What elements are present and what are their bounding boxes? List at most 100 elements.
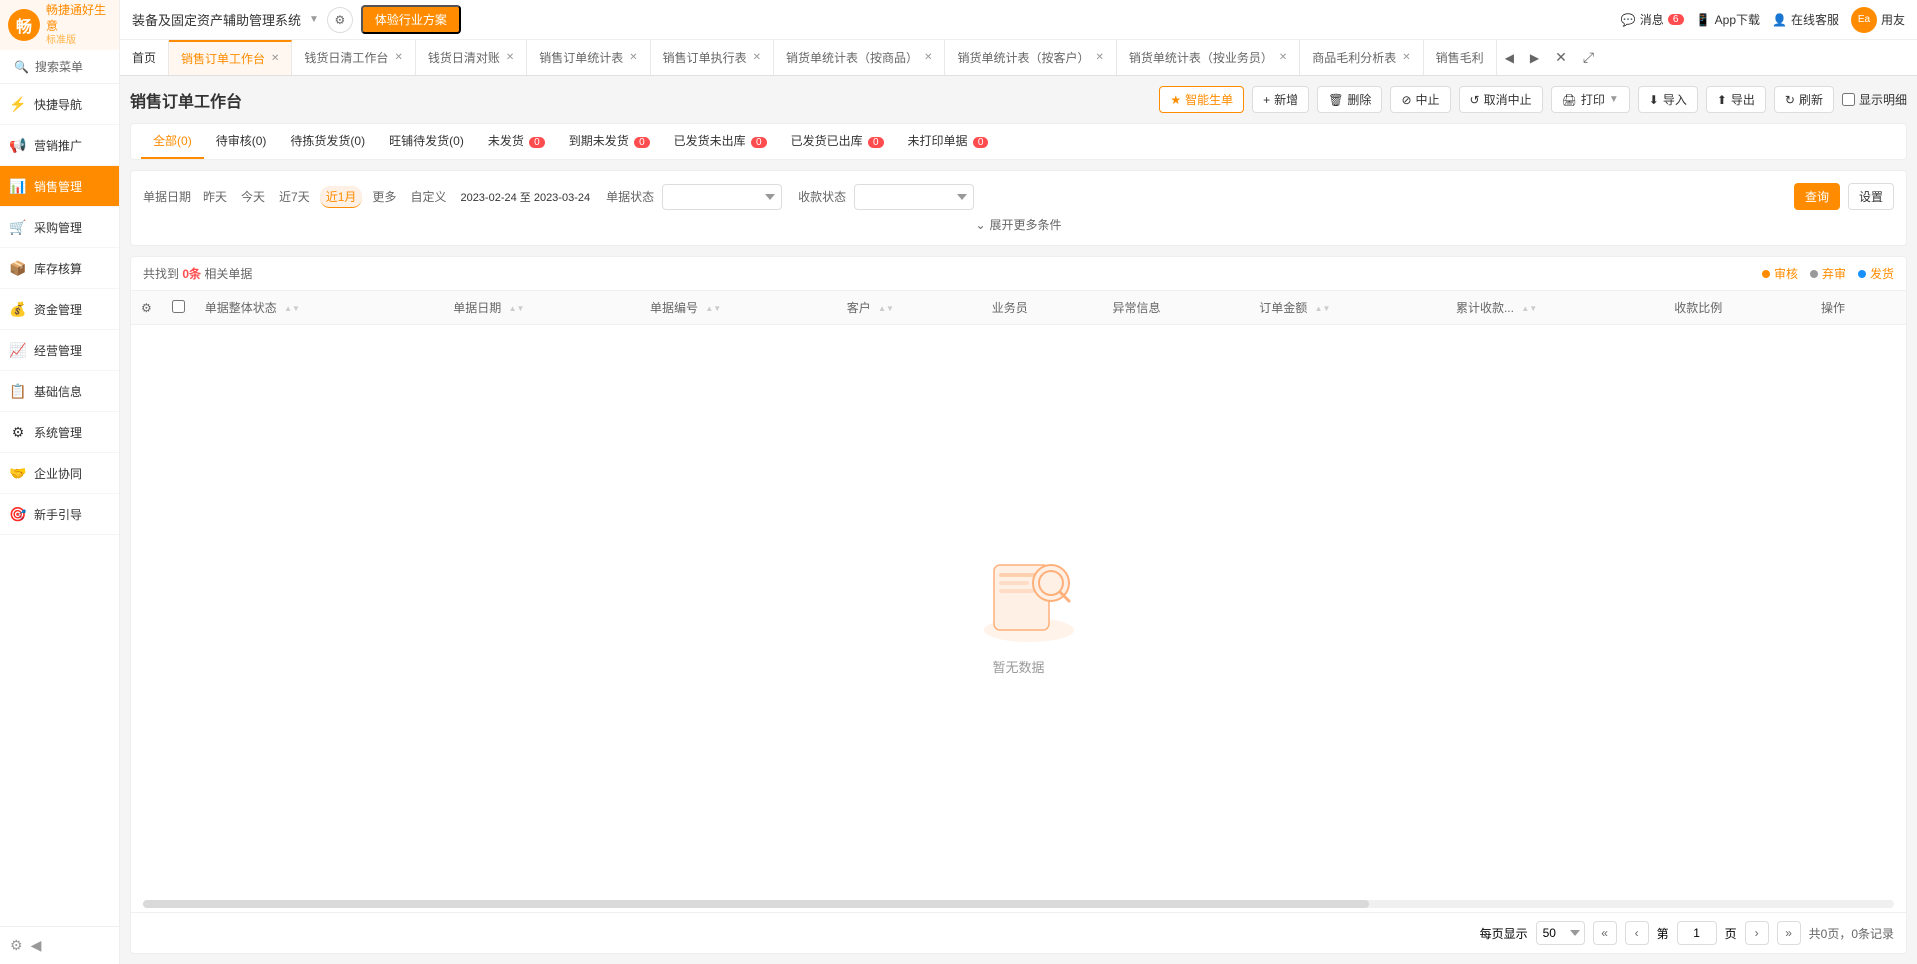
sidebar-item-purchase[interactable]: 🛒 采购管理 bbox=[0, 207, 119, 248]
page-title: 销售订单工作台 bbox=[130, 88, 242, 112]
tab-close-icon[interactable]: ✕ bbox=[1095, 52, 1103, 63]
tab-sales-exec[interactable]: 销售订单执行表 ✕ bbox=[651, 40, 774, 75]
tab-close-icon[interactable]: ✕ bbox=[629, 52, 637, 63]
sales-icon: 📊 bbox=[8, 176, 28, 196]
sort-date-icon[interactable]: ▲▼ bbox=[509, 304, 525, 313]
tab-close-icon[interactable]: ✕ bbox=[1402, 52, 1410, 63]
date-quick-more[interactable]: 更多 bbox=[368, 186, 400, 207]
sidebar-item-basic-info[interactable]: 📋 基础信息 bbox=[0, 371, 119, 412]
sidebar-item-marketing[interactable]: 📢 营销推广 bbox=[0, 125, 119, 166]
review-action-btn[interactable]: 审核 bbox=[1762, 265, 1798, 282]
tab-sales-by-salesman[interactable]: 销货单统计表（按业务员） ✕ bbox=[1117, 40, 1300, 75]
cancel-stop-button[interactable]: ↺ 取消中止 bbox=[1459, 86, 1543, 113]
import-button[interactable]: ⬇ 导入 bbox=[1638, 86, 1698, 113]
ship-action-btn[interactable]: 发货 bbox=[1858, 265, 1894, 282]
void-review-action-btn[interactable]: 弃审 bbox=[1810, 265, 1846, 282]
delete-button[interactable]: 🗑 删除 bbox=[1317, 86, 1382, 113]
scroll-thumb[interactable] bbox=[143, 900, 1369, 908]
page-first-btn[interactable]: « bbox=[1593, 921, 1617, 945]
filter-tab-shipped-not-out[interactable]: 已发货未出库 0 bbox=[662, 124, 779, 159]
user-btn[interactable]: Ea 用友 bbox=[1851, 7, 1905, 33]
title-dropdown-icon[interactable]: ▼ bbox=[309, 14, 319, 25]
filter-tab-shipped-out[interactable]: 已发货已出库 0 bbox=[779, 124, 896, 159]
tab-prev-icon[interactable]: ◀ bbox=[1497, 51, 1522, 65]
app-download-btn[interactable]: 📱 App下载 bbox=[1696, 11, 1760, 28]
tab-sales-profit[interactable]: 销售毛利 bbox=[1424, 40, 1497, 75]
sidebar-item-operation[interactable]: 📈 经营管理 bbox=[0, 330, 119, 371]
tab-close-icon[interactable]: ✕ bbox=[271, 53, 279, 64]
sidebar-collapse-icon[interactable]: ◀ bbox=[31, 937, 42, 954]
page-next-btn[interactable]: › bbox=[1745, 921, 1769, 945]
print-button[interactable]: 🖨 打印 ▼ bbox=[1551, 86, 1630, 113]
tab-sales-stats[interactable]: 销售订单统计表 ✕ bbox=[527, 40, 650, 75]
sidebar-item-finance[interactable]: 💰 资金管理 bbox=[0, 289, 119, 330]
sidebar-item-search[interactable]: 🔍 搜索菜单 bbox=[0, 50, 119, 84]
page-last-btn[interactable]: » bbox=[1777, 921, 1801, 945]
sort-amount-icon[interactable]: ▲▼ bbox=[1315, 304, 1331, 313]
sort-number-icon[interactable]: ▲▼ bbox=[705, 304, 721, 313]
experience-button[interactable]: 体验行业方案 bbox=[361, 5, 461, 34]
date-quick-1month[interactable]: 近1月 bbox=[320, 186, 363, 208]
payment-select[interactable] bbox=[854, 184, 974, 210]
show-detail-checkbox[interactable]: 显示明细 bbox=[1842, 91, 1907, 108]
sidebar-item-inventory[interactable]: 📦 库存核算 bbox=[0, 248, 119, 289]
sort-accumulated-icon[interactable]: ▲▼ bbox=[1521, 304, 1537, 313]
tab-maximize-icon[interactable]: ⤢ bbox=[1575, 49, 1602, 66]
filter-tab-pending-pick[interactable]: 待拣货发货(0) bbox=[278, 124, 377, 159]
filter-tab-shop-pending[interactable]: 旺铺待发货(0) bbox=[377, 124, 476, 159]
status-select[interactable] bbox=[662, 184, 782, 210]
date-quick-today[interactable]: 今天 bbox=[237, 186, 269, 207]
date-quick-7days[interactable]: 近7天 bbox=[275, 186, 314, 207]
sort-customer-icon[interactable]: ▲▼ bbox=[878, 304, 894, 313]
query-button[interactable]: 查询 bbox=[1794, 183, 1840, 210]
tab-cash-daily[interactable]: 钱货日清工作台 ✕ bbox=[292, 40, 415, 75]
sidebar-item-tutorial[interactable]: 🎯 新手引导 bbox=[0, 494, 119, 535]
tab-close-icon[interactable]: ✕ bbox=[924, 52, 932, 63]
expand-more-btn[interactable]: ⌄ 展开更多条件 bbox=[143, 210, 1894, 233]
tab-close-icon[interactable]: ✕ bbox=[506, 52, 514, 63]
tab-sales-order-workbench[interactable]: 销售订单工作台 ✕ bbox=[169, 40, 292, 75]
online-service-btn[interactable]: 👤 在线客服 bbox=[1772, 11, 1839, 28]
filter-tab-pending-review[interactable]: 待审核(0) bbox=[204, 124, 279, 159]
tab-sales-by-customer[interactable]: 销货单统计表（按客户） ✕ bbox=[945, 40, 1116, 75]
th-checkbox[interactable] bbox=[162, 291, 195, 325]
tab-close-icon[interactable]: ✕ bbox=[1279, 52, 1287, 63]
page-number-input[interactable] bbox=[1677, 921, 1717, 945]
show-detail-input[interactable] bbox=[1842, 93, 1855, 106]
sidebar-item-sales[interactable]: 📊 销售管理 bbox=[0, 166, 119, 207]
smart-create-button[interactable]: ★ 智能生单 bbox=[1159, 86, 1244, 113]
tab-cash-reconcile[interactable]: 钱货日清对账 ✕ bbox=[416, 40, 527, 75]
system-settings-icon[interactable]: ⚙ bbox=[327, 7, 353, 33]
stop-button[interactable]: ⊘ 中止 bbox=[1390, 86, 1450, 113]
message-btn[interactable]: 💬 消息 6 bbox=[1621, 11, 1684, 28]
tab-next-icon[interactable]: ▶ bbox=[1522, 51, 1547, 65]
filter-tab-unshipped[interactable]: 未发货 0 bbox=[476, 124, 557, 159]
sidebar-item-enterprise[interactable]: 🤝 企业协同 bbox=[0, 453, 119, 494]
table-header-bar: 共找到 0条 相关单据 审核 弃审 发货 bbox=[131, 257, 1906, 291]
refresh-button[interactable]: ↻ 刷新 bbox=[1774, 86, 1834, 113]
sidebar-settings-icon[interactable]: ⚙ bbox=[10, 937, 23, 954]
tab-close-icon[interactable]: ✕ bbox=[753, 52, 761, 63]
print-dropdown-icon[interactable]: ▼ bbox=[1609, 94, 1619, 105]
tab-close-icon[interactable]: ✕ bbox=[394, 52, 402, 63]
export-button[interactable]: ⬆ 导出 bbox=[1706, 86, 1766, 113]
tab-home[interactable]: 首页 bbox=[120, 40, 169, 75]
tab-sales-by-product[interactable]: 销货单统计表（按商品） ✕ bbox=[774, 40, 945, 75]
select-all-checkbox[interactable] bbox=[172, 300, 185, 313]
filter-tab-unprinted[interactable]: 未打印单据 0 bbox=[896, 124, 1001, 159]
sidebar-item-quick-nav[interactable]: ⚡ 快捷导航 bbox=[0, 84, 119, 125]
date-quick-yesterday[interactable]: 昨天 bbox=[199, 186, 231, 207]
sidebar-item-system[interactable]: ⚙ 系统管理 bbox=[0, 412, 119, 453]
date-quick-custom[interactable]: 自定义 bbox=[406, 186, 450, 207]
sort-status-icon[interactable]: ▲▼ bbox=[284, 304, 300, 313]
add-button[interactable]: + 新增 bbox=[1252, 86, 1309, 113]
settings-button[interactable]: 设置 bbox=[1848, 183, 1894, 210]
tab-close-all-icon[interactable]: ✕ bbox=[1547, 49, 1575, 66]
horizontal-scrollbar[interactable] bbox=[143, 900, 1894, 908]
per-page-select[interactable]: 50 100 bbox=[1536, 921, 1585, 945]
filter-tab-overdue-unshipped[interactable]: 到期未发货 0 bbox=[557, 124, 662, 159]
th-config[interactable]: ⚙ bbox=[131, 291, 162, 325]
filter-tab-all[interactable]: 全部(0) bbox=[141, 124, 204, 159]
tab-gross-margin[interactable]: 商品毛利分析表 ✕ bbox=[1300, 40, 1423, 75]
page-prev-btn[interactable]: ‹ bbox=[1625, 921, 1649, 945]
